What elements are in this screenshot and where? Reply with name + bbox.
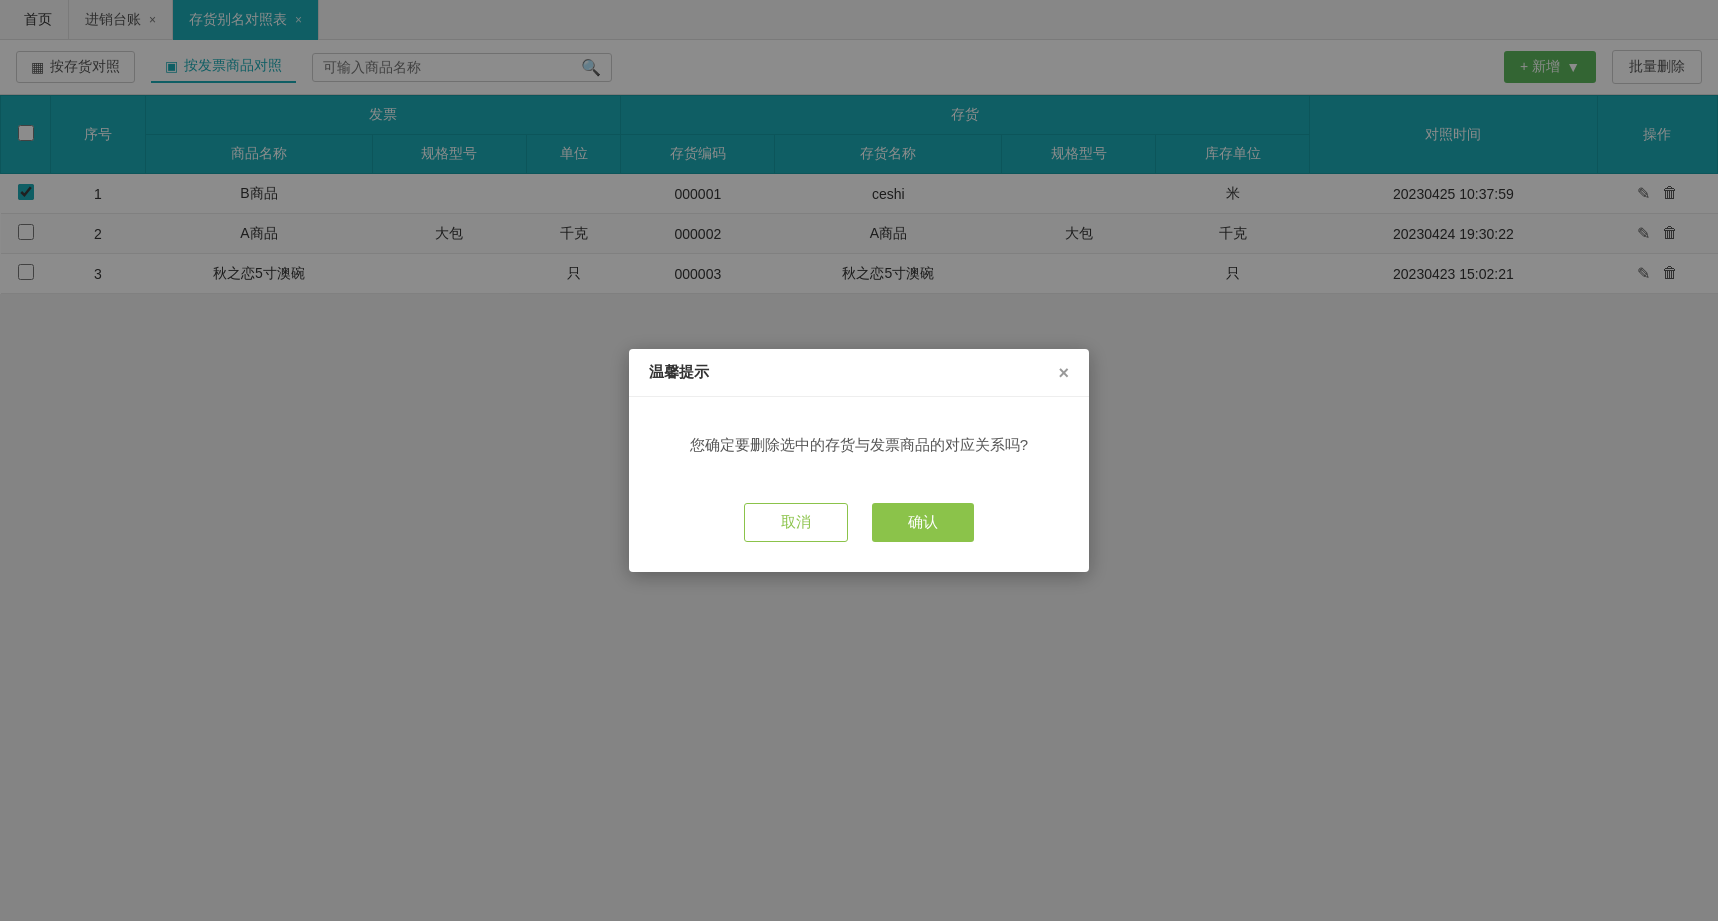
dialog-overlay: 温馨提示 × 您确定要删除选中的存货与发票商品的对应关系吗? 取消 确认 <box>0 0 1718 294</box>
